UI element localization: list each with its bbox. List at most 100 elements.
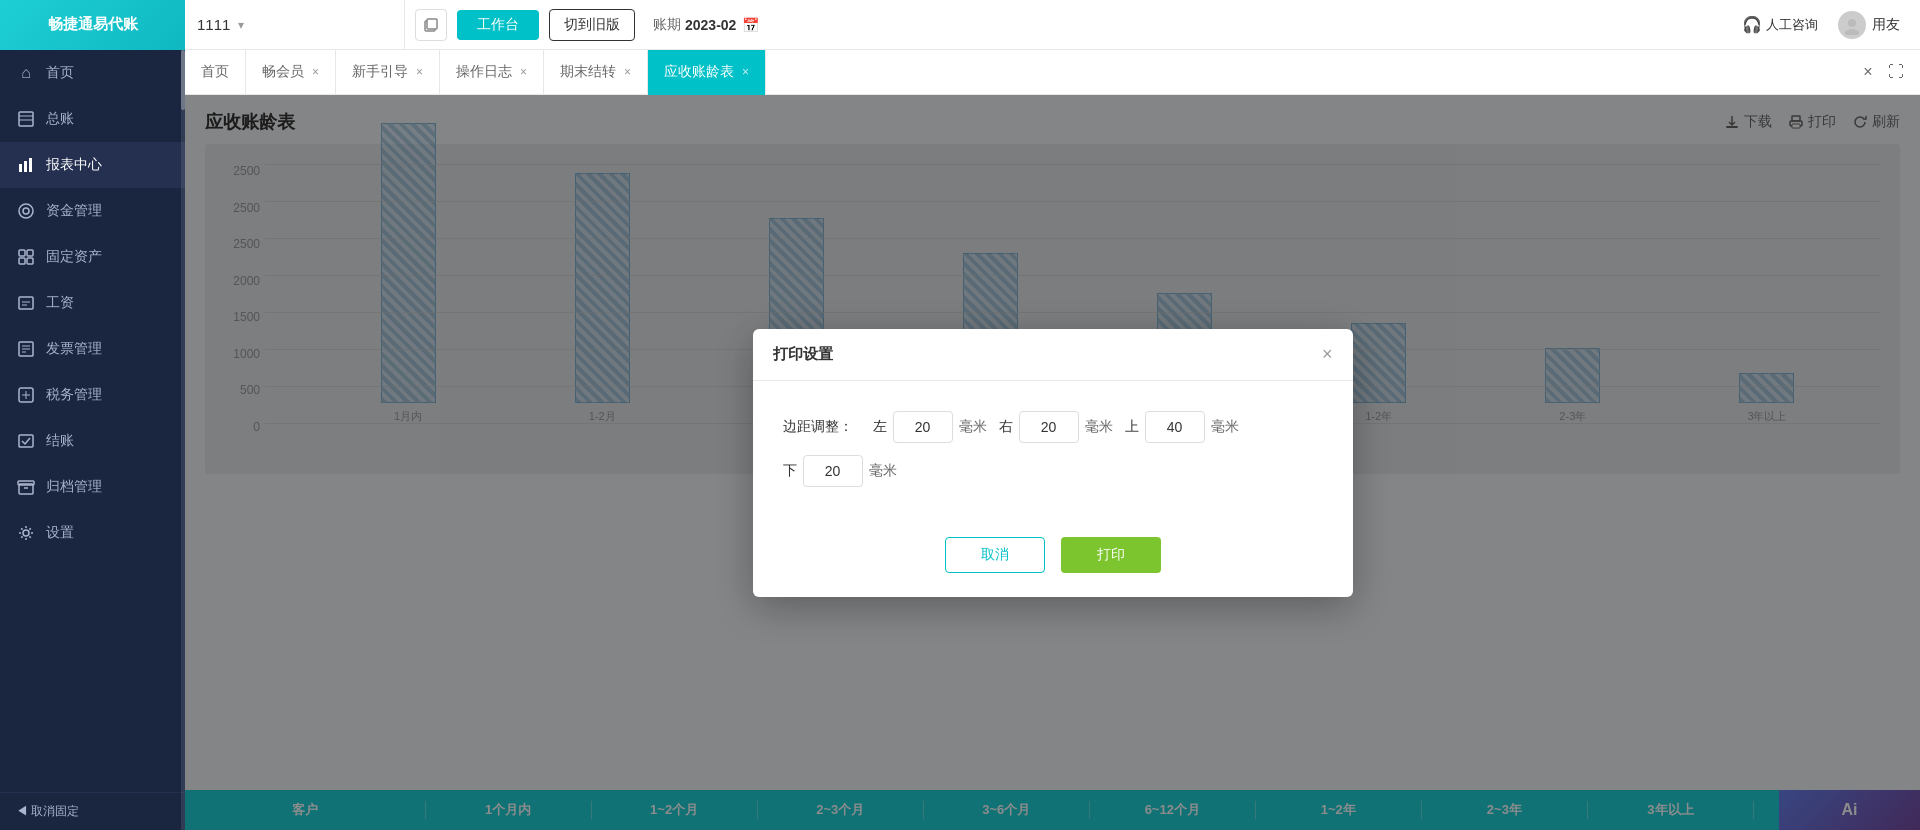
dialog-header: 打印设置 × (753, 329, 1353, 381)
report-icon (16, 155, 36, 175)
cancel-button[interactable]: 取消 (945, 537, 1045, 573)
tab-actions: × ⛶ (1854, 58, 1920, 86)
tab-close-icon[interactable]: × (312, 65, 319, 79)
svg-point-3 (1845, 29, 1859, 35)
period-value: 2023-02 (685, 17, 736, 33)
collapse-sidebar-button[interactable]: ◀ 取消固定 (0, 792, 185, 830)
avatar (1838, 11, 1866, 39)
header: 畅捷通易代账 1111 ▾ 工作台 切到旧版 账期 2023-02 📅 🎧 人工… (0, 0, 1920, 50)
sidebar-item-ledger[interactable]: 总账 (0, 96, 185, 142)
svg-rect-8 (24, 161, 27, 172)
sidebar: ⌂ 首页 总账 报表中心 (0, 50, 185, 830)
margin-bottom-unit: 毫米 (869, 462, 897, 480)
margin-left-label: 左 (873, 418, 887, 436)
tab-aging[interactable]: 应收账龄表 × (648, 50, 766, 95)
sidebar-label: 首页 (46, 64, 74, 82)
margin-left-input[interactable] (893, 411, 953, 443)
tab-close-icon[interactable]: × (416, 65, 423, 79)
tab-label: 应收账龄表 (664, 63, 734, 81)
main-layout: ⌂ 首页 总账 报表中心 (0, 50, 1920, 830)
tab-oplog[interactable]: 操作日志 × (440, 50, 544, 95)
svg-rect-4 (19, 112, 33, 126)
margin-top-unit: 毫米 (1211, 418, 1239, 436)
margin-right-label: 右 (999, 418, 1013, 436)
sidebar-item-home[interactable]: ⌂ 首页 (0, 50, 185, 96)
sidebar-item-archive[interactable]: 归档管理 (0, 464, 185, 510)
dialog-close-button[interactable]: × (1322, 345, 1333, 363)
sidebar-label: 发票管理 (46, 340, 102, 358)
tab-label: 新手引导 (352, 63, 408, 81)
archive-icon (16, 477, 36, 497)
content-area: 首页 畅会员 × 新手引导 × 操作日志 × 期末结转 × 应收账龄表 × (185, 50, 1920, 830)
margin-right-input[interactable] (1019, 411, 1079, 443)
fund-icon (16, 201, 36, 221)
tab-guide[interactable]: 新手引导 × (336, 50, 440, 95)
payroll-icon (16, 293, 36, 313)
tab-period-end[interactable]: 期末结转 × (544, 50, 648, 95)
svg-point-10 (19, 204, 33, 218)
print-settings-dialog: 打印设置 × 边距调整： 左 毫米 右 (753, 329, 1353, 597)
logo-text: 畅捷通易代账 (48, 15, 138, 34)
sidebar-item-asset[interactable]: 固定资产 (0, 234, 185, 280)
svg-point-11 (23, 208, 29, 214)
period-area: 账期 2023-02 📅 (653, 16, 759, 34)
tab-close-icon[interactable]: × (742, 65, 749, 79)
margin-left-unit: 毫米 (959, 418, 987, 436)
dialog-body: 边距调整： 左 毫米 右 毫米 (753, 381, 1353, 537)
sidebar-item-tax[interactable]: 税务管理 (0, 372, 185, 418)
logo-area: 畅捷通易代账 (0, 0, 185, 50)
sidebar-item-settings[interactable]: 设置 (0, 510, 185, 556)
tab-label: 操作日志 (456, 63, 512, 81)
support-label: 人工咨询 (1766, 16, 1818, 34)
tab-member[interactable]: 畅会员 × (246, 50, 336, 95)
sidebar-item-invoice[interactable]: 发票管理 (0, 326, 185, 372)
close-all-tabs-button[interactable]: × (1854, 58, 1882, 86)
tab-label: 期末结转 (560, 63, 616, 81)
svg-rect-13 (27, 250, 33, 256)
tax-icon (16, 385, 36, 405)
sidebar-label: 税务管理 (46, 386, 102, 404)
margin-bottom-label: 下 (783, 462, 797, 480)
workbench-button[interactable]: 工作台 (457, 10, 539, 40)
sidebar-label: 固定资产 (46, 248, 102, 266)
svg-rect-12 (19, 250, 25, 256)
invoice-icon (16, 339, 36, 359)
sidebar-item-fund[interactable]: 资金管理 (0, 188, 185, 234)
asset-icon (16, 247, 36, 267)
home-icon: ⌂ (16, 63, 36, 83)
switch-old-button[interactable]: 切到旧版 (549, 9, 635, 41)
tab-label: 首页 (201, 63, 229, 81)
calendar-icon[interactable]: 📅 (742, 17, 759, 33)
user-name: 用友 (1872, 16, 1900, 34)
sidebar-item-report[interactable]: 报表中心 (0, 142, 185, 188)
sidebar-item-payroll[interactable]: 工资 (0, 280, 185, 326)
svg-rect-15 (27, 258, 33, 264)
close-books-icon (16, 431, 36, 451)
dialog-footer: 取消 打印 (753, 537, 1353, 597)
tab-close-icon[interactable]: × (520, 65, 527, 79)
tab-home[interactable]: 首页 (185, 50, 246, 95)
svg-rect-7 (19, 164, 22, 172)
margin-group-right: 右 毫米 (999, 411, 1113, 443)
ledger-icon (16, 109, 36, 129)
maximize-tab-button[interactable]: ⛶ (1882, 58, 1910, 86)
company-selector[interactable]: 1111 ▾ (185, 0, 405, 50)
support-button[interactable]: 🎧 人工咨询 (1742, 15, 1818, 34)
period-label: 账期 (653, 16, 681, 34)
margin-right-unit: 毫米 (1085, 418, 1113, 436)
svg-rect-16 (19, 297, 33, 309)
svg-rect-26 (19, 435, 33, 447)
print-confirm-button[interactable]: 打印 (1061, 537, 1161, 573)
user-area[interactable]: 用友 (1838, 11, 1900, 39)
copy-icon-button[interactable] (415, 9, 447, 41)
margin-bottom-input[interactable] (803, 455, 863, 487)
svg-rect-28 (18, 481, 34, 485)
margin-top-input[interactable] (1145, 411, 1205, 443)
chevron-down-icon: ▾ (238, 18, 244, 32)
tab-label: 畅会员 (262, 63, 304, 81)
tab-close-icon[interactable]: × (624, 65, 631, 79)
margin-group-top: 上 毫米 (1125, 411, 1239, 443)
svg-rect-9 (29, 158, 32, 172)
svg-rect-14 (19, 258, 25, 264)
sidebar-item-close[interactable]: 结账 (0, 418, 185, 464)
